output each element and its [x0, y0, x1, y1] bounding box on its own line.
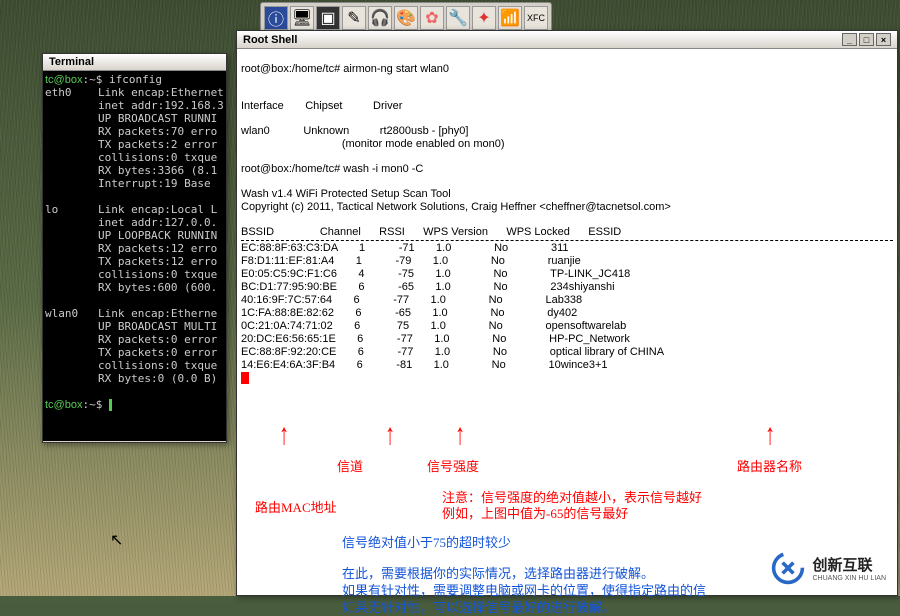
logo-sub: CHUANG XIN HU LIAN	[812, 575, 886, 582]
wash-copyright: Copyright (c) 2011, Tactical Network Sol…	[241, 201, 671, 213]
xfc-icon[interactable]: XFC	[524, 6, 548, 30]
rootshell-window: Root Shell _ □ × root@box:/home/tc# airm…	[236, 30, 898, 596]
blue-note-1: 信号绝对值小于75的超时较少	[342, 534, 511, 551]
logo-brand: 创新互联	[812, 554, 886, 575]
blue-note-4: 如果无针对性，可以选择信号最好的进行破解。	[342, 599, 615, 616]
paint-icon[interactable]: 🎨	[394, 6, 418, 30]
terminal-body[interactable]: tc@box:~$ ifconfig eth0 Link encap:Ether…	[43, 71, 226, 441]
close-button[interactable]: ×	[876, 33, 891, 46]
arrow-channel: ↑	[385, 418, 395, 453]
maximize-button[interactable]: □	[859, 33, 874, 46]
pen-icon[interactable]: ✎	[342, 6, 366, 30]
arrow-rssi: ↑	[455, 418, 465, 453]
terminal-window: Terminal tc@box:~$ ifconfig eth0 Link en…	[42, 53, 227, 443]
label-mac: 路由MAC地址	[255, 497, 337, 516]
rootshell-body[interactable]: root@box:/home/tc# airmon-ng start wlan0…	[237, 49, 897, 595]
airmon-header: Interface Chipset Driver	[241, 100, 402, 112]
cmd-wash: root@box:/home/tc# wash -i mon0 -C	[241, 163, 423, 175]
terminal-titlebar[interactable]: Terminal	[43, 54, 226, 71]
mouse-cursor: ↖	[110, 530, 123, 550]
cursor	[241, 372, 249, 384]
blue-note-2: 在此，需要根据你的实际情况，选择路由器进行破解。	[342, 565, 654, 582]
note-signal-2: 例如，上图中值为-65的信号最好	[442, 503, 628, 522]
arrow-essid: ↑	[765, 418, 775, 453]
blue-note-3: 如果有针对性，需要调整电脑或网卡的位置，使得指定路由的信	[342, 582, 706, 599]
rootshell-title: Root Shell	[243, 34, 297, 46]
wifi-icon[interactable]: 📶	[498, 6, 522, 30]
rootshell-titlebar[interactable]: Root Shell _ □ ×	[237, 31, 897, 49]
label-essid: 路由器名称	[737, 456, 802, 475]
headphones-icon[interactable]: 🎧	[368, 6, 392, 30]
wash-version: Wash v1.4 WiFi Protected Setup Scan Tool	[241, 188, 451, 200]
wash-table-header: BSSID Channel RSSI WPS Version WPS Locke…	[241, 226, 621, 238]
label-rssi: 信号强度	[427, 456, 479, 475]
terminal-title: Terminal	[49, 56, 94, 68]
minimize-button[interactable]: _	[842, 33, 857, 46]
label-channel: 信道	[337, 456, 363, 475]
arrow-mac: ↑	[279, 418, 289, 453]
terminal-icon[interactable]: ▣	[316, 6, 340, 30]
watermark-logo: 创新互联 CHUANG XIN HU LIAN	[762, 546, 894, 590]
wrench-icon[interactable]: 🔧	[446, 6, 470, 30]
airmon-wlan-line: wlan0 Unknown rt2800usb - [phy0]	[241, 125, 468, 137]
flower-icon[interactable]: ✿	[420, 6, 444, 30]
cmd-airmon: root@box:/home/tc# airmon-ng start wlan0	[241, 63, 449, 75]
info-icon[interactable]: ⓘ	[264, 6, 288, 30]
wash-table-rows: EC:88:8F:63:C3:DA 1 -71 1.0 No 311 F8:D1…	[241, 242, 664, 371]
star-icon[interactable]: ✦	[472, 6, 496, 30]
airmon-mon-line: (monitor mode enabled on mon0)	[241, 138, 505, 150]
monitor-icon[interactable]: 🖥	[290, 6, 314, 30]
divider	[241, 240, 893, 241]
